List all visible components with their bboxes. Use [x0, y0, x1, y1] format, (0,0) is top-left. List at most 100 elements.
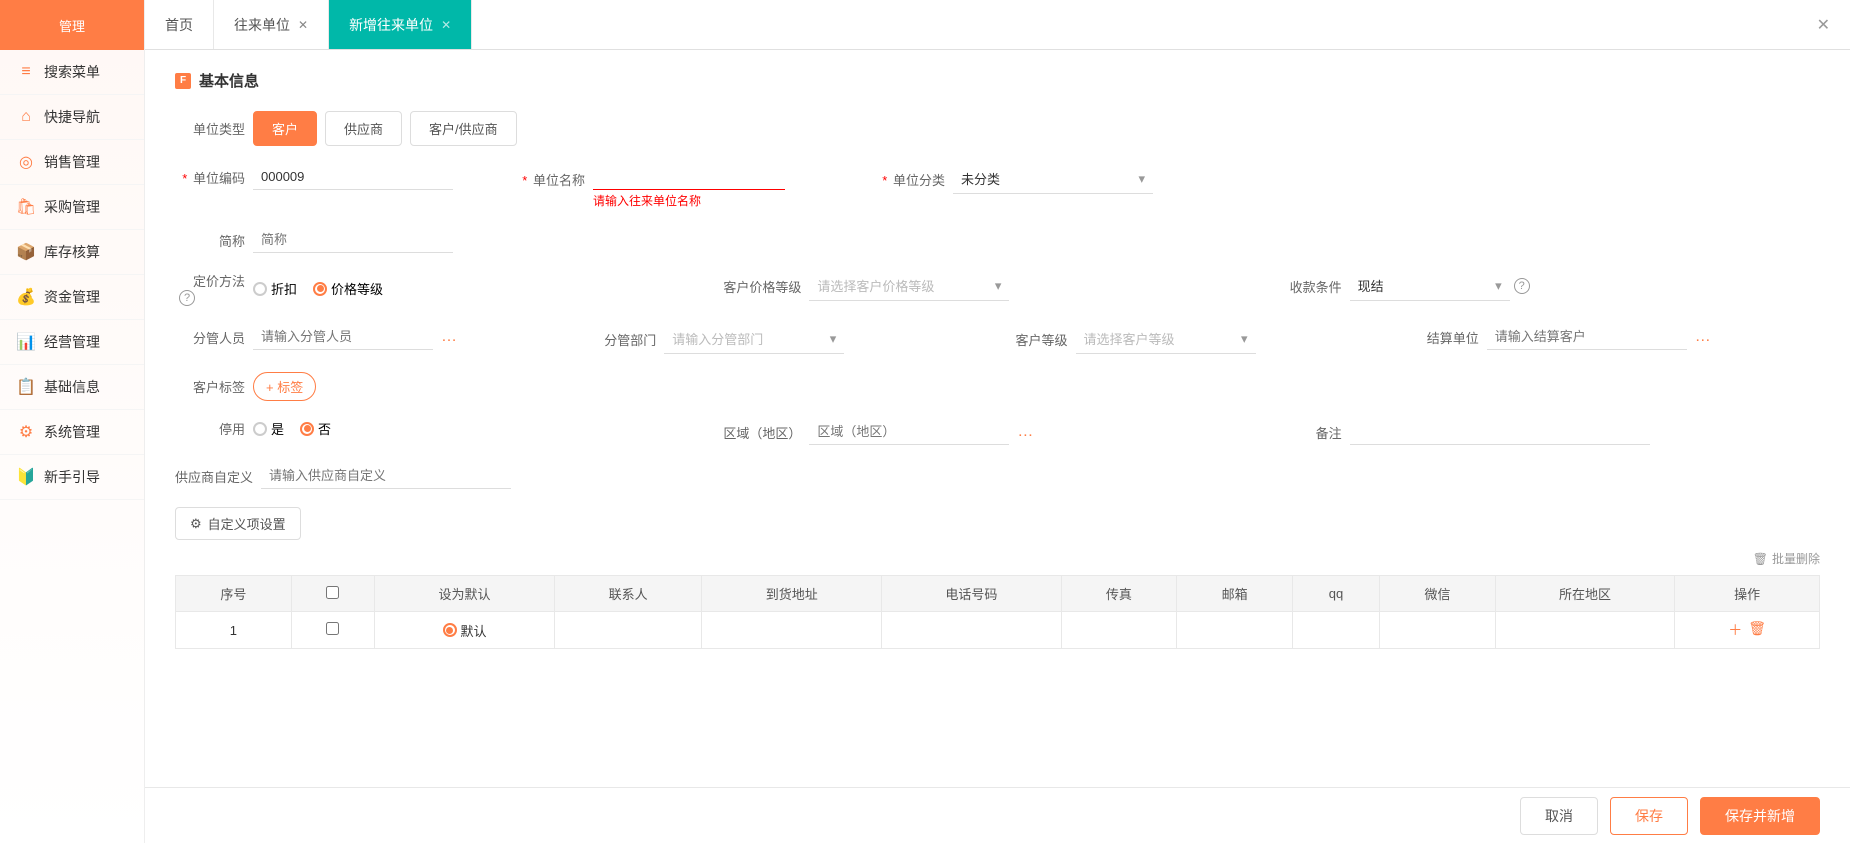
unit-type-label: 单位类型 — [175, 119, 245, 138]
form-content: F 基本信息 单位类型 客户 供应商 客户/供应商 * 单位编码 — [145, 50, 1850, 787]
pricing-row: 定价方法 ? 折扣 价格等级 客户价格等级 请选择客户价 — [175, 271, 1820, 306]
sidebar-item-finance[interactable]: 💰 资金管理 — [0, 275, 144, 320]
delete-row-icon[interactable]: 🗑 — [1748, 620, 1766, 640]
radio-no[interactable]: 否 — [300, 419, 331, 438]
cell-region — [1495, 612, 1675, 649]
th-seq: 序号 — [176, 576, 292, 612]
th-contact: 联系人 — [554, 576, 702, 612]
btn-customer[interactable]: 客户 — [253, 111, 317, 146]
manager-more-icon[interactable]: … — [441, 328, 457, 346]
row-actions: ＋ 🗑 — [1685, 620, 1809, 640]
radio-circle-yes — [253, 422, 267, 436]
remark-label: 备注 — [1272, 423, 1342, 442]
radio-price-level[interactable]: 价格等级 — [313, 279, 383, 298]
manager-label: 分管人员 — [175, 328, 245, 347]
default-label: 默认 — [461, 621, 487, 640]
tab-trading-units[interactable]: 往来单位 ✕ — [214, 0, 329, 49]
gear-icon: ⚙ — [190, 516, 202, 532]
disabled-group: 停用 是 否 — [175, 419, 703, 438]
tab-new-trading-unit[interactable]: 新增往来单位 ✕ — [329, 0, 472, 49]
department-placeholder: 请输入分管部门 — [672, 329, 763, 348]
sidebar-item-purchase[interactable]: 🛍 采购管理 — [0, 185, 144, 230]
add-tag-button[interactable]: + 标签 — [253, 372, 316, 401]
batch-delete-button[interactable]: 🗑 批量删除 — [1753, 550, 1820, 567]
main-area: 首页 往来单位 ✕ 新增往来单位 ✕ ✕ F 基本信息 单位类型 客户 供应商 … — [145, 0, 1850, 843]
radio-discount[interactable]: 折扣 — [253, 279, 297, 298]
cell-seq: 1 — [176, 612, 292, 649]
payment-terms-label: 收款条件 — [1272, 277, 1342, 296]
save-new-button[interactable]: 保存并新增 — [1700, 797, 1820, 835]
close-tab-new-trading-unit[interactable]: ✕ — [441, 18, 451, 32]
supplier-custom-input[interactable] — [261, 463, 511, 489]
unit-type-row: 单位类型 客户 供应商 客户/供应商 — [175, 111, 1820, 146]
th-wechat: 微信 — [1380, 576, 1496, 612]
sidebar-item-basic-info[interactable]: 📋 基础信息 — [0, 365, 144, 410]
radio-yes[interactable]: 是 — [253, 419, 284, 438]
region-more-icon[interactable]: … — [1017, 423, 1033, 441]
row-checkbox[interactable] — [326, 622, 339, 635]
sidebar-item-system[interactable]: ⚙ 系统管理 — [0, 410, 144, 455]
department-label: 分管部门 — [586, 330, 656, 349]
sidebar-item-label: 库存核算 — [44, 242, 100, 262]
sales-icon: ◎ — [16, 152, 36, 172]
tag-btn-label: + 标签 — [266, 377, 303, 396]
sidebar-item-operations[interactable]: 📊 经营管理 — [0, 320, 144, 365]
table-row: 1 默认 — [176, 612, 1820, 649]
unit-code-group: * 单位编码 — [175, 164, 495, 190]
sidebar-item-quick-nav[interactable]: ⌂ 快捷导航 — [0, 95, 144, 140]
batch-delete-area: 🗑 批量删除 — [175, 550, 1820, 567]
pricing-help-icon[interactable]: ? — [179, 290, 195, 306]
short-name-row: 简称 — [175, 227, 1820, 253]
department-group: 分管部门 请输入分管部门 ▾ — [586, 324, 977, 354]
sidebar-item-inventory[interactable]: 📦 库存核算 — [0, 230, 144, 275]
unit-category-select[interactable]: 未分类 ▾ — [953, 164, 1153, 194]
disabled-region-row: 停用 是 否 区域（地区） … 备注 — [175, 419, 1820, 445]
settlement-unit-input[interactable] — [1487, 324, 1687, 350]
close-tab-trading-units[interactable]: ✕ — [298, 18, 308, 32]
tab-home[interactable]: 首页 — [145, 0, 214, 49]
btn-both[interactable]: 客户/供应商 — [410, 111, 517, 146]
sidebar-item-label: 新手引导 — [44, 467, 100, 487]
department-select[interactable]: 请输入分管部门 ▾ — [664, 324, 844, 354]
unit-code-name-row: * 单位编码 * 单位名称 请输入往来单位名称 * 单位分类 — [175, 164, 1820, 209]
short-name-input[interactable] — [253, 227, 453, 253]
pricing-method-group: 定价方法 ? 折扣 价格等级 — [175, 271, 703, 306]
cell-checkbox — [291, 612, 375, 649]
payment-terms-help-icon[interactable]: ? — [1514, 278, 1530, 294]
section-icon: F — [175, 73, 191, 89]
customer-level-select[interactable]: 请选择客户等级 ▾ — [1076, 324, 1256, 354]
add-row-icon[interactable]: ＋ — [1728, 620, 1742, 640]
cell-phone — [882, 612, 1062, 649]
remark-input[interactable] — [1350, 419, 1650, 445]
unit-name-group: * 单位名称 请输入往来单位名称 — [515, 164, 855, 209]
default-radio-circle — [443, 623, 457, 637]
sidebar-item-sales[interactable]: ◎ 销售管理 — [0, 140, 144, 185]
customer-tag-group: 客户标签 + 标签 — [175, 372, 1800, 401]
payment-terms-select[interactable]: 现结 ▾ — [1350, 271, 1510, 301]
unit-category-label: * 单位分类 — [875, 170, 945, 189]
required-star: * — [882, 173, 887, 188]
settlement-unit-label: 结算单位 — [1409, 328, 1479, 347]
system-icon: ⚙ — [16, 422, 36, 442]
section-title: 基本信息 — [199, 70, 259, 91]
custom-settings-button[interactable]: ⚙ 自定义项设置 — [175, 507, 301, 540]
btn-supplier[interactable]: 供应商 — [325, 111, 402, 146]
cancel-button[interactable]: 取消 — [1520, 797, 1598, 835]
customer-price-level-select[interactable]: 请选择客户价格等级 ▾ — [809, 271, 1009, 301]
cell-fax — [1061, 612, 1177, 649]
unit-category-value: 未分类 — [961, 169, 1000, 188]
save-button[interactable]: 保存 — [1610, 797, 1688, 835]
settlement-more-icon[interactable]: … — [1695, 328, 1711, 346]
customer-level-placeholder: 请选择客户等级 — [1084, 329, 1175, 348]
chevron-down-icon: ▾ — [1241, 331, 1248, 347]
select-all-checkbox[interactable] — [326, 586, 339, 599]
sidebar-item-guide[interactable]: 🔰 新手引导 — [0, 455, 144, 500]
unit-code-input[interactable] — [253, 164, 453, 190]
sidebar-item-search-menu[interactable]: ≡ 搜索菜单 — [0, 50, 144, 95]
default-radio-item[interactable]: 默认 — [385, 621, 544, 640]
region-input[interactable] — [809, 419, 1009, 445]
manager-input[interactable] — [253, 324, 433, 350]
unit-name-input[interactable] — [593, 164, 785, 190]
close-window-button[interactable]: ✕ — [1797, 0, 1850, 49]
th-fax: 传真 — [1061, 576, 1177, 612]
